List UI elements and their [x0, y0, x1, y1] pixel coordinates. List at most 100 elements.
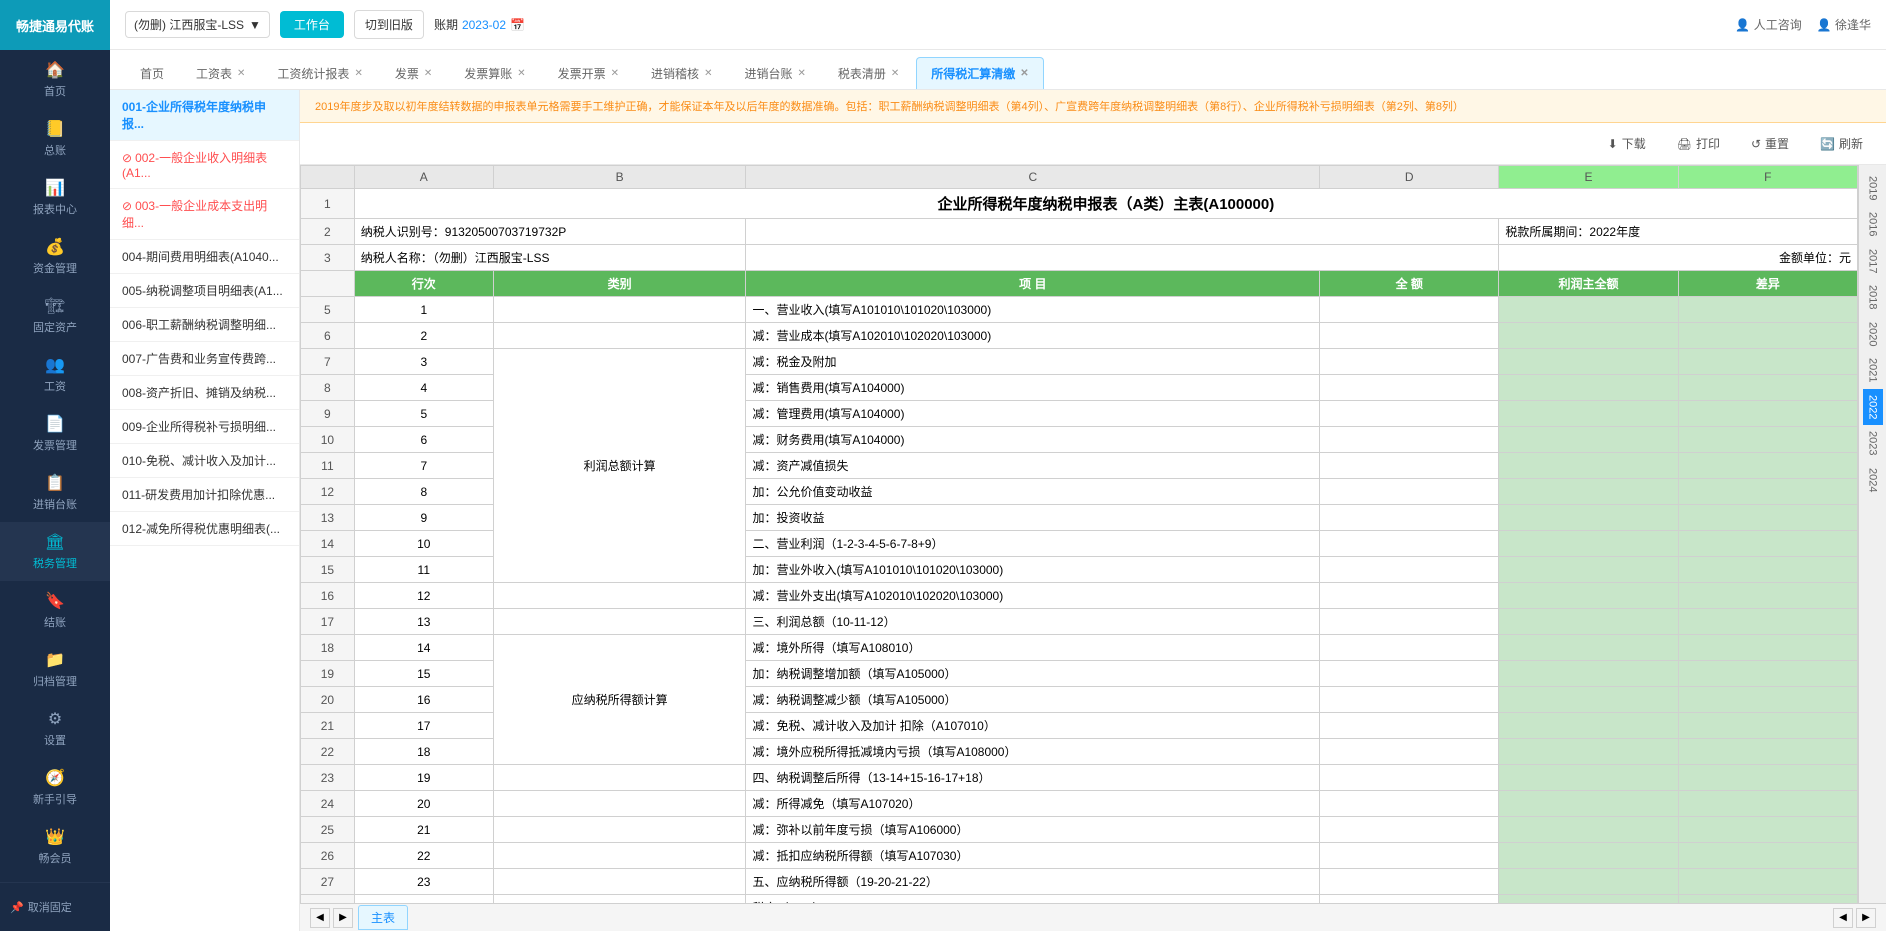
user-service[interactable]: 👤 人工咨询	[1735, 16, 1801, 33]
year-item-2018[interactable]: 2018	[1863, 279, 1883, 315]
company-selector[interactable]: (勿删) 江西服宝-LSS ▼	[125, 11, 270, 38]
tab-工资表[interactable]: 工资表✕	[181, 57, 260, 89]
diff[interactable]	[1678, 531, 1857, 557]
sidebar-item-发票管理[interactable]: 📄发票管理	[0, 404, 110, 463]
amount[interactable]	[1320, 531, 1499, 557]
amount[interactable]	[1320, 661, 1499, 687]
diff[interactable]	[1678, 869, 1857, 895]
profit-amount[interactable]	[1499, 323, 1678, 349]
toolbar-btn-重置[interactable]: ↺重置	[1743, 131, 1797, 156]
sidebar-item-新手引导[interactable]: 🧭新手引导	[0, 758, 110, 817]
sidebar-item-进销台账[interactable]: 📋进销台账	[0, 463, 110, 522]
tab-close-icon[interactable]: ✕	[424, 68, 432, 79]
diff[interactable]	[1678, 765, 1857, 791]
diff[interactable]	[1678, 479, 1857, 505]
left-panel-item-011[interactable]: 011-研发费用加计扣除优惠...	[110, 478, 299, 512]
tab-发票算账[interactable]: 发票算账✕	[449, 57, 540, 89]
tab-发票[interactable]: 发票✕	[380, 57, 447, 89]
diff[interactable]	[1678, 843, 1857, 869]
diff[interactable]	[1678, 609, 1857, 635]
profit-amount[interactable]	[1499, 895, 1678, 904]
diff[interactable]	[1678, 635, 1857, 661]
profit-amount[interactable]	[1499, 739, 1678, 765]
tab-close-icon[interactable]: ✕	[704, 68, 712, 79]
amount[interactable]	[1320, 453, 1499, 479]
left-panel-item-004[interactable]: 004-期间费用明细表(A1040...	[110, 240, 299, 274]
amount[interactable]	[1320, 817, 1499, 843]
profit-amount[interactable]	[1499, 635, 1678, 661]
tab-close-icon[interactable]: ✕	[517, 68, 525, 79]
left-panel-item-008[interactable]: 008-资产折旧、摊销及纳税...	[110, 376, 299, 410]
left-panel-item-005[interactable]: 005-纳税调整项目明细表(A1...	[110, 274, 299, 308]
tab-税表清册[interactable]: 税表清册✕	[823, 57, 914, 89]
profit-amount[interactable]	[1499, 817, 1678, 843]
profit-amount[interactable]	[1499, 297, 1678, 323]
toolbar-btn-下载[interactable]: ⬇下载	[1600, 131, 1654, 156]
amount[interactable]	[1320, 479, 1499, 505]
amount[interactable]	[1320, 557, 1499, 583]
diff[interactable]	[1678, 375, 1857, 401]
tab-首页[interactable]: 首页	[125, 57, 179, 89]
profit-amount[interactable]	[1499, 869, 1678, 895]
diff[interactable]	[1678, 297, 1857, 323]
diff[interactable]	[1678, 583, 1857, 609]
profit-amount[interactable]	[1499, 349, 1678, 375]
amount[interactable]: 0.25	[1320, 895, 1499, 904]
tab-close-icon[interactable]: ✕	[891, 68, 899, 79]
year-item-2022[interactable]: 2022	[1863, 389, 1883, 425]
sidebar-item-固定资产[interactable]: 🏗固定资产	[0, 286, 110, 345]
diff[interactable]	[1678, 713, 1857, 739]
left-panel-item-010[interactable]: 010-免税、减计收入及加计...	[110, 444, 299, 478]
amount[interactable]	[1320, 323, 1499, 349]
profit-amount[interactable]	[1499, 531, 1678, 557]
tab-发票开票[interactable]: 发票开票✕	[543, 57, 634, 89]
left-panel-item-007[interactable]: 007-广告费和业务宣传费跨...	[110, 342, 299, 376]
profit-amount[interactable]	[1499, 765, 1678, 791]
amount[interactable]	[1320, 297, 1499, 323]
toolbar-btn-刷新[interactable]: 🔄刷新	[1812, 131, 1871, 156]
profit-amount[interactable]	[1499, 427, 1678, 453]
tab-所得税汇算清缴[interactable]: 所得税汇算清缴✕	[916, 57, 1043, 89]
sidebar-item-税务管理[interactable]: 🏛税务管理	[0, 522, 110, 581]
tab-工资统计报表[interactable]: 工资统计报表✕	[262, 57, 377, 89]
left-panel-item-002[interactable]: ⊘002-一般企业收入明细表(A1...	[110, 141, 299, 189]
tab-close-icon[interactable]: ✕	[797, 68, 805, 79]
left-panel-item-012[interactable]: 012-减免所得税优惠明细表(...	[110, 512, 299, 546]
profit-amount[interactable]	[1499, 479, 1678, 505]
amount[interactable]	[1320, 739, 1499, 765]
sidebar-item-总账[interactable]: 📒总账	[0, 109, 110, 168]
amount[interactable]	[1320, 791, 1499, 817]
profit-amount[interactable]	[1499, 609, 1678, 635]
profit-amount[interactable]	[1499, 401, 1678, 427]
diff[interactable]	[1678, 661, 1857, 687]
spreadsheet-container[interactable]: A B C D E F 1 企业所得税年度纳税申报表（A类）主表(A100000…	[300, 165, 1858, 903]
sheet-tab-main[interactable]: 主表	[358, 905, 408, 930]
sidebar-item-资金管理[interactable]: 💰资金管理	[0, 227, 110, 286]
year-item-2021[interactable]: 2021	[1863, 352, 1883, 388]
switch-version-button[interactable]: 切到旧版	[354, 10, 424, 39]
diff[interactable]	[1678, 453, 1857, 479]
profit-amount[interactable]	[1499, 453, 1678, 479]
profit-amount[interactable]	[1499, 843, 1678, 869]
profit-amount[interactable]	[1499, 661, 1678, 687]
sidebar-item-设置[interactable]: ⚙设置	[0, 699, 110, 758]
amount[interactable]	[1320, 401, 1499, 427]
left-panel-item-006[interactable]: 006-职工薪酬纳税调整明细...	[110, 308, 299, 342]
amount[interactable]	[1320, 687, 1499, 713]
profit-amount[interactable]	[1499, 505, 1678, 531]
profit-amount[interactable]	[1499, 583, 1678, 609]
tab-close-icon[interactable]: ✕	[1020, 68, 1028, 79]
year-item-2016[interactable]: 2016	[1863, 206, 1883, 242]
year-item-2017[interactable]: 2017	[1863, 243, 1883, 279]
diff[interactable]	[1678, 739, 1857, 765]
sidebar-item-报表中心[interactable]: 📊报表中心	[0, 168, 110, 227]
amount[interactable]	[1320, 635, 1499, 661]
tab-close-icon[interactable]: ✕	[237, 68, 245, 79]
scroll-left-btn[interactable]: ◀	[1833, 908, 1853, 928]
left-panel-item-003[interactable]: ⊘003-一般企业成本支出明细...	[110, 189, 299, 240]
amount[interactable]	[1320, 505, 1499, 531]
amount[interactable]	[1320, 843, 1499, 869]
tab-close-icon[interactable]: ✕	[611, 68, 619, 79]
sheet-prev-btn[interactable]: ◀	[310, 908, 330, 928]
amount[interactable]	[1320, 609, 1499, 635]
